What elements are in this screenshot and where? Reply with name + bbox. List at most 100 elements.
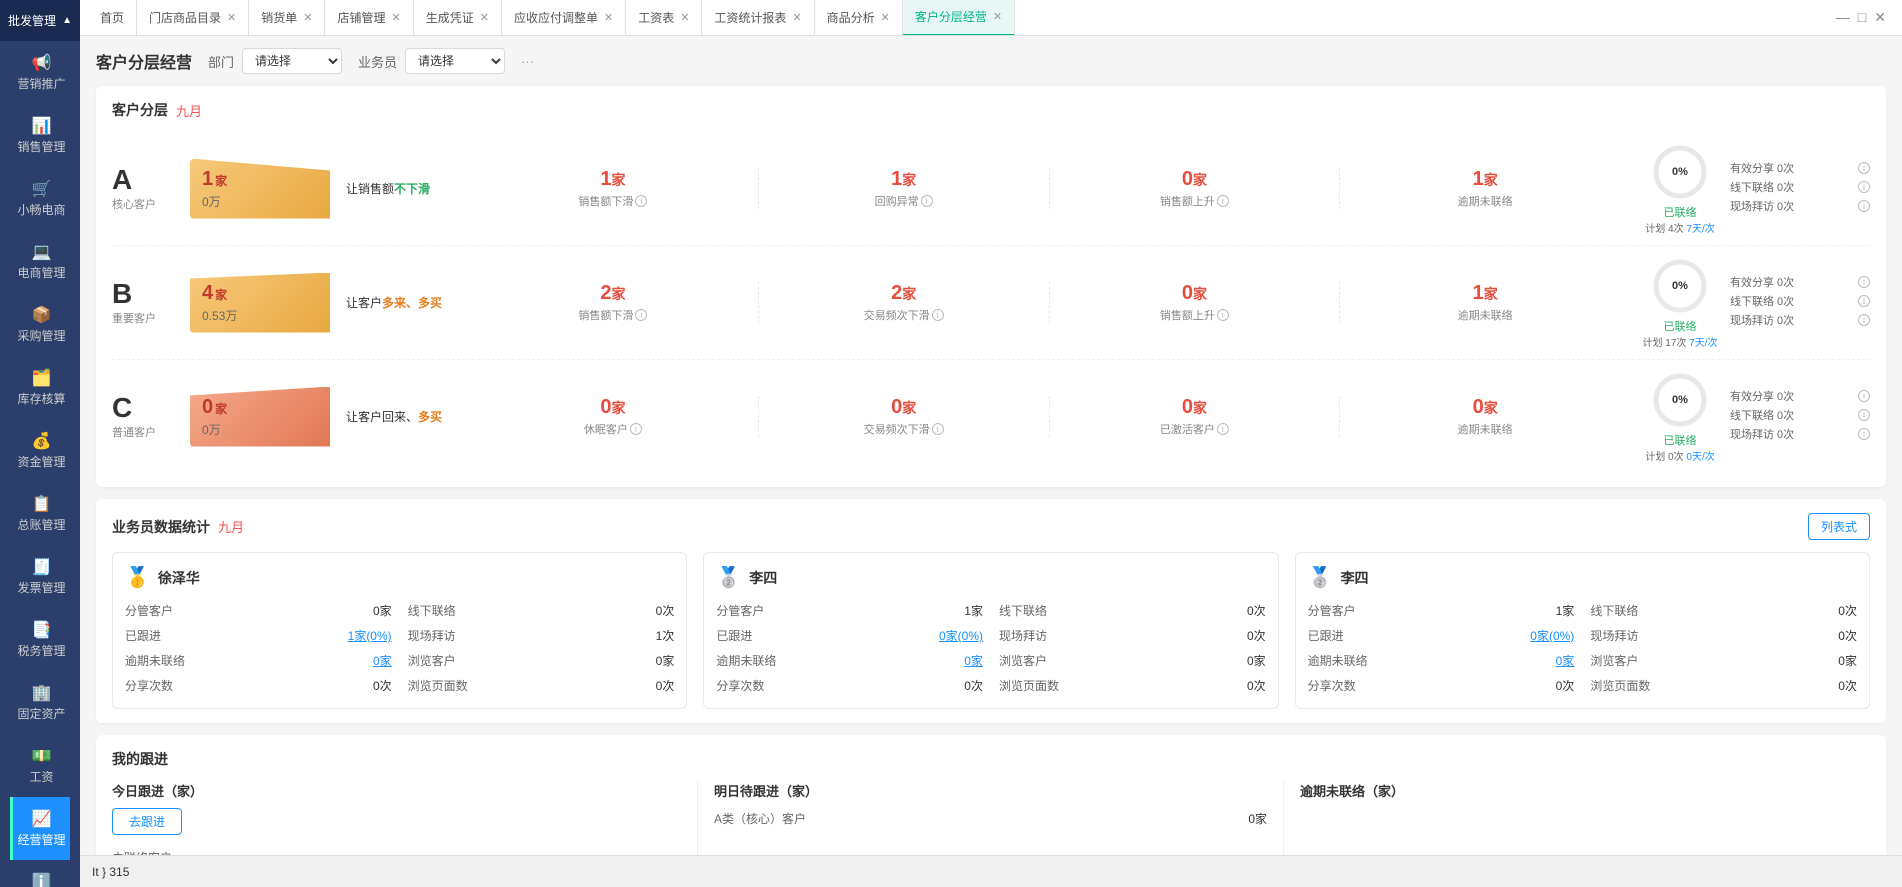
sidebar-header[interactable]: 批发管理 ▲ bbox=[0, 0, 80, 41]
staff-stats-1: 分管客户 1家 线下联络 0次 已跟进 0家(0%) 现场拜访 0次 逾期未联络… bbox=[716, 600, 1265, 696]
sidebar-label-5: 库存核算 bbox=[17, 392, 65, 406]
stat-item-1-0: 2家 销售额下滑 i bbox=[468, 282, 759, 323]
tab-0[interactable]: 首页 bbox=[88, 0, 137, 36]
sidebar-item-12[interactable]: 📈经营管理 bbox=[10, 797, 69, 860]
rs-info-1-2[interactable]: i bbox=[1858, 314, 1870, 326]
staff-stat-0-7: 浏览页面数 0次 bbox=[408, 675, 675, 696]
rs-info-1-1[interactable]: i bbox=[1858, 295, 1870, 307]
dept-select[interactable]: 请选择 bbox=[242, 48, 342, 74]
staff-stat-label-1-7: 浏览页面数 bbox=[999, 677, 1059, 694]
info-icon-0-0[interactable]: i bbox=[635, 195, 647, 207]
staff-stat-1-3: 现场拜访 0次 bbox=[999, 625, 1266, 646]
customer-section: 客户分层 九月 A 核心客户 1 家 0万 让销售额不下滑 1家 销售 bbox=[96, 86, 1886, 487]
circle-plan-link-0[interactable]: 7天/次 bbox=[1686, 224, 1714, 235]
rs-info-1-0[interactable]: i bbox=[1858, 276, 1870, 288]
info-icon-0-2[interactable]: i bbox=[1217, 195, 1229, 207]
staff-stat-0-6: 分享次数 0次 bbox=[125, 675, 392, 696]
sidebar-item-8[interactable]: 🧾发票管理 bbox=[10, 545, 69, 608]
sidebar-label-11: 工资 bbox=[29, 770, 53, 784]
tab-close-2[interactable]: ✕ bbox=[303, 11, 312, 24]
tab-close-5[interactable]: ✕ bbox=[604, 11, 613, 24]
info-icon-2-2[interactable]: i bbox=[1217, 423, 1229, 435]
salesperson-select[interactable]: 请选择 bbox=[405, 48, 505, 74]
sidebar-item-6[interactable]: 💰资金管理 bbox=[10, 419, 69, 482]
info-icon-2-1[interactable]: i bbox=[932, 423, 944, 435]
info-icon-1-1[interactable]: i bbox=[932, 309, 944, 321]
staff-stat-val-0-4[interactable]: 0家 bbox=[373, 652, 392, 669]
tab-1[interactable]: 门店商品目录✕ bbox=[137, 0, 249, 36]
sidebar-item-0[interactable]: 📢营销推广 bbox=[10, 41, 69, 104]
bottom-bar-text: It } 315 bbox=[92, 865, 129, 879]
staff-name-1: 李四 bbox=[749, 568, 777, 588]
staff-stat-0-1: 线下联络 0次 bbox=[408, 600, 675, 621]
tier-name-0: 核心客户 bbox=[112, 196, 182, 212]
staff-stat-val-2-4[interactable]: 0家 bbox=[1556, 652, 1575, 669]
circle-plan-link-2[interactable]: 0天/次 bbox=[1686, 452, 1714, 463]
followup-go-btn-0[interactable]: 去跟进 bbox=[112, 808, 182, 835]
staff-stat-val-1-2[interactable]: 0家(0%) bbox=[939, 627, 983, 644]
info-icon-1-0[interactable]: i bbox=[635, 309, 647, 321]
staff-stat-2-4: 逾期未联络 0家 bbox=[1308, 650, 1575, 671]
tab-close-7[interactable]: ✕ bbox=[792, 11, 801, 24]
rs-info-2-0[interactable]: i bbox=[1858, 390, 1870, 402]
filter-more-icon[interactable]: ··· bbox=[521, 54, 534, 69]
staff-stat-label-1-5: 浏览客户 bbox=[999, 652, 1047, 669]
sidebar-item-3[interactable]: 💻电商管理 bbox=[10, 230, 69, 293]
tab-9[interactable]: 客户分层经营✕ bbox=[903, 0, 1015, 36]
staff-stat-val-1-4[interactable]: 0家 bbox=[964, 652, 983, 669]
tier-name-2: 普通客户 bbox=[112, 424, 182, 440]
rs-info-0-2[interactable]: i bbox=[1858, 200, 1870, 212]
staff-stat-label-0-1: 线下联络 bbox=[408, 602, 456, 619]
sidebar-item-5[interactable]: 🗂️库存核算 bbox=[10, 356, 69, 419]
tab-3[interactable]: 店铺管理✕ bbox=[325, 0, 413, 36]
sidebar-item-4[interactable]: 📦采购管理 bbox=[10, 293, 69, 356]
info-icon-0-1[interactable]: i bbox=[921, 195, 933, 207]
staff-stat-label-1-3: 现场拜访 bbox=[999, 627, 1047, 644]
stat-item-0-2: 0家 销售额上升 i bbox=[1050, 168, 1341, 209]
rs-info-0-1[interactable]: i bbox=[1858, 181, 1870, 193]
sidebar-item-9[interactable]: 📑税务管理 bbox=[10, 608, 69, 671]
staff-stats-0: 分管客户 0家 线下联络 0次 已跟进 1家(0%) 现场拜访 1次 逾期未联络… bbox=[125, 600, 674, 696]
stat-label-1-2: 销售额上升 i bbox=[1058, 307, 1332, 323]
rs-info-2-1[interactable]: i bbox=[1858, 409, 1870, 421]
list-view-button[interactable]: 列表式 bbox=[1808, 513, 1870, 540]
sidebar-item-2[interactable]: 🛒小畅电商 bbox=[10, 167, 69, 230]
tab-4[interactable]: 生成凭证✕ bbox=[414, 0, 502, 36]
tab-close-3[interactable]: ✕ bbox=[392, 11, 401, 24]
staff-stat-val-1-0: 1家 bbox=[964, 602, 983, 619]
tier-count-block-0: 1 家 0万 bbox=[190, 159, 330, 219]
sidebar-item-7[interactable]: 📋总账管理 bbox=[10, 482, 69, 545]
info-icon-2-0[interactable]: i bbox=[630, 423, 642, 435]
tab-close-6[interactable]: ✕ bbox=[680, 11, 689, 24]
staff-stat-label-0-4: 逾期未联络 bbox=[125, 652, 185, 669]
sidebar-item-1[interactable]: 📊销售管理 bbox=[10, 104, 69, 167]
sidebar-item-10[interactable]: 🏢固定资产 bbox=[10, 671, 69, 734]
tab-2[interactable]: 销货单✕ bbox=[249, 0, 325, 36]
tab-7[interactable]: 工资统计报表✕ bbox=[702, 0, 814, 36]
staff-stat-val-2-2[interactable]: 0家(0%) bbox=[1530, 627, 1574, 644]
tier-letter-2: C bbox=[112, 394, 182, 422]
sidebar-item-11[interactable]: 💵工资 bbox=[10, 734, 69, 797]
tab-close-1[interactable]: ✕ bbox=[227, 11, 236, 24]
staff-stat-1-5: 浏览客户 0家 bbox=[999, 650, 1266, 671]
rs-row-1-2: 现场拜访 0次 i bbox=[1730, 312, 1870, 328]
sidebar-label-9: 税务管理 bbox=[17, 644, 65, 658]
circle-plan-link-1[interactable]: 7天/次 bbox=[1689, 338, 1717, 349]
tab-close-8[interactable]: ✕ bbox=[881, 11, 890, 24]
tab-close-9[interactable]: ✕ bbox=[993, 10, 1002, 23]
tab-close-icon[interactable]: ✕ bbox=[1874, 9, 1886, 26]
tab-maximize-icon[interactable]: □ bbox=[1858, 9, 1866, 26]
tab-5[interactable]: 应收应付调整单✕ bbox=[502, 0, 626, 36]
tab-6[interactable]: 工资表✕ bbox=[626, 0, 702, 36]
staff-stat-val-0-3: 1次 bbox=[656, 627, 675, 644]
customer-section-title: 客户分层 九月 bbox=[112, 100, 1870, 120]
sidebar-item-13[interactable]: ℹ️基础信息 bbox=[10, 860, 69, 887]
rs-info-2-2[interactable]: i bbox=[1858, 428, 1870, 440]
tab-8[interactable]: 商品分析✕ bbox=[815, 0, 903, 36]
info-icon-1-2[interactable]: i bbox=[1217, 309, 1229, 321]
rs-info-0-0[interactable]: i bbox=[1858, 162, 1870, 174]
staff-stat-val-0-2[interactable]: 1家(0%) bbox=[348, 627, 392, 644]
tab-close-4[interactable]: ✕ bbox=[480, 11, 489, 24]
tab-minimize-icon[interactable]: — bbox=[1836, 9, 1850, 26]
circle-1: 0% bbox=[1650, 256, 1710, 316]
